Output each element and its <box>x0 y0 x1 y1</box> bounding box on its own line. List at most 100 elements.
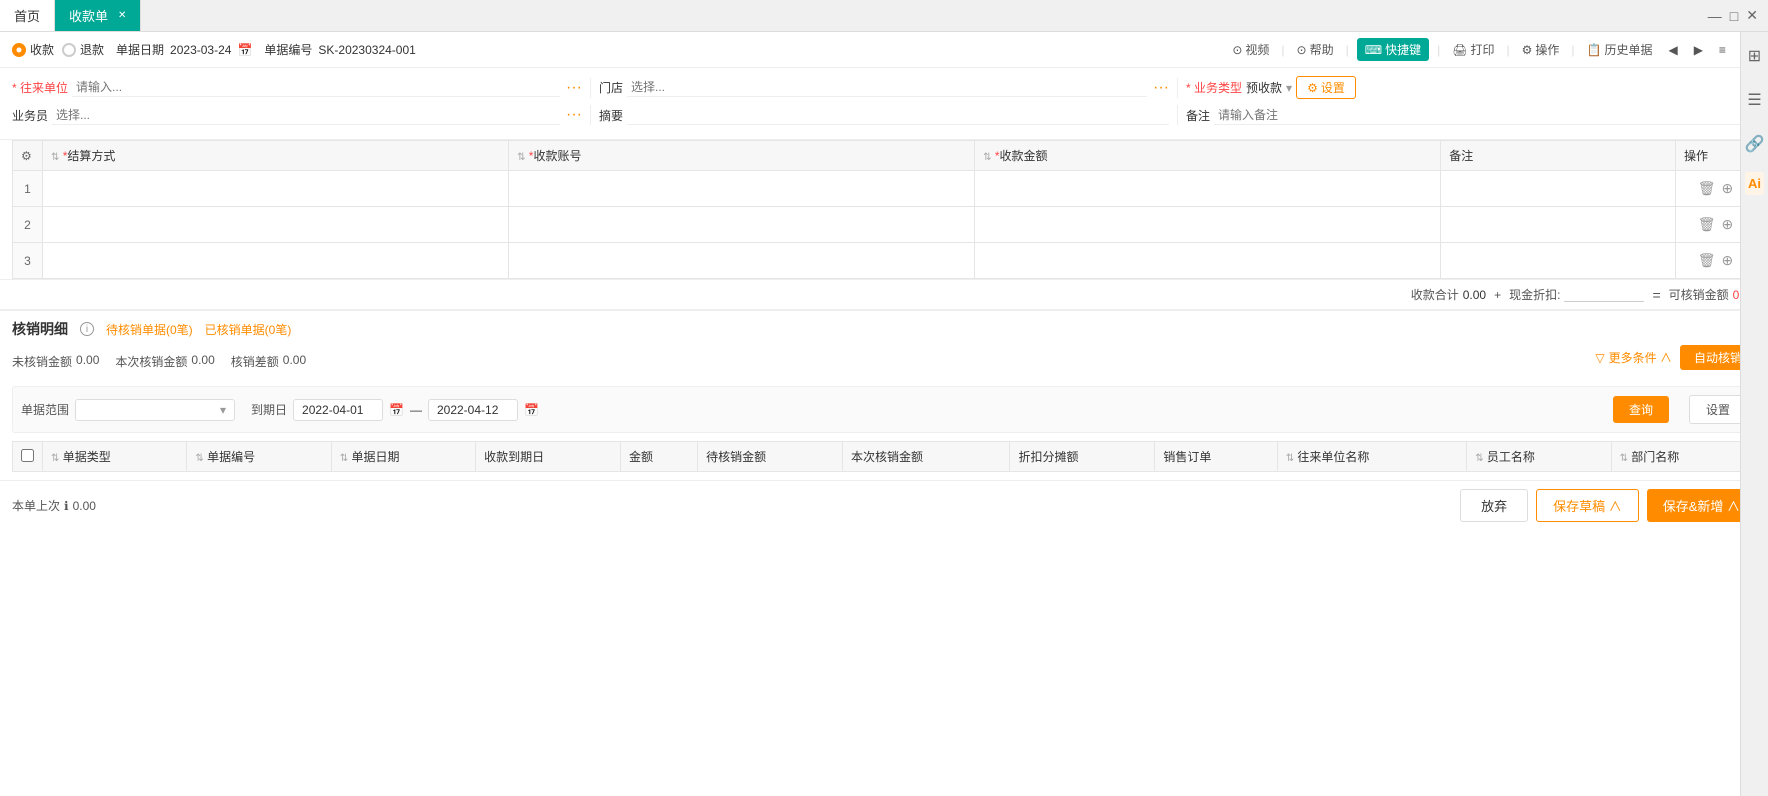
table-gear-icon[interactable]: ⚙ <box>21 149 32 163</box>
setting-button[interactable]: ⚙ 设置 <box>1296 76 1356 99</box>
save-new-label: 保存&新增 ∧ <box>1663 496 1740 515</box>
remark-input[interactable] <box>1214 106 1756 125</box>
receipt-tab-label: 收款单 <box>69 6 108 25</box>
refund-radio[interactable]: 退款 <box>62 41 104 58</box>
row-1-account[interactable] <box>509 171 975 207</box>
total-amount: 收款合计 0.00 <box>1411 286 1486 303</box>
row-2-delete-icon[interactable]: 🗑 <box>1698 216 1716 233</box>
nav-prev-icon[interactable]: ◀ <box>1664 41 1681 59</box>
salesperson-input[interactable] <box>52 106 560 125</box>
more-conditions-label: 更多条件 ∧ <box>1609 349 1672 366</box>
verify-info-icon[interactable]: i <box>80 322 94 336</box>
sidebar-table-icon[interactable]: ⊞ <box>1742 40 1767 72</box>
refund-radio-dot <box>62 43 76 57</box>
save-draft-btn[interactable]: 保存草稿 ∧ <box>1536 489 1639 522</box>
row-2-copy-icon[interactable]: ⊕ <box>1722 216 1734 233</box>
unverified-value: 0.00 <box>76 353 99 370</box>
business-type-value: 预收款 <box>1246 79 1282 96</box>
due-date-from-calendar-icon[interactable]: 📅 <box>389 403 404 417</box>
col-gear: ⚙ <box>13 141 43 171</box>
search-setting-btn[interactable]: 设置 <box>1689 395 1747 424</box>
salesperson-field: 业务员 ··· <box>12 106 582 125</box>
col-staff: ⇅ 员工名称 <box>1467 442 1611 472</box>
discount-input[interactable] <box>1564 287 1644 302</box>
row-3-remark[interactable] <box>1441 243 1676 279</box>
pending-tab[interactable]: 待核销单据(0笔) <box>106 321 193 338</box>
toolbar: 收款 退款 单据日期 2023-03-24 📅 单据编号 SK-20230324… <box>0 32 1768 68</box>
setting-label: 设置 <box>1321 79 1345 96</box>
row-2-settlement[interactable] <box>43 207 509 243</box>
date-range-separator: — <box>410 403 422 417</box>
history-btn[interactable]: 📋 历史单据 <box>1582 39 1656 60</box>
due-date-field: 到期日 📅 — 📅 <box>251 399 539 421</box>
tab-bar: 首页 收款单 ✕ — □ ✕ <box>0 0 1768 32</box>
summary-input[interactable] <box>627 106 1169 125</box>
due-date-to-input[interactable] <box>428 399 518 421</box>
row-2-remark[interactable] <box>1441 207 1676 243</box>
row-2-account[interactable] <box>509 207 975 243</box>
tab-close-icon[interactable]: ✕ <box>118 10 126 21</box>
due-date-label: 到期日 <box>251 401 287 418</box>
filter-actions: ▽ 更多条件 ∧ 自动核销 <box>1595 345 1756 370</box>
verified-tab[interactable]: 已核销单据(0笔) <box>205 321 292 338</box>
main-content: 收款 退款 单据日期 2023-03-24 📅 单据编号 SK-20230324… <box>0 32 1768 796</box>
print-btn[interactable]: 🖨 打印 <box>1448 39 1498 60</box>
col-due-date: 收款到期日 <box>476 442 621 472</box>
discard-btn[interactable]: 放弃 <box>1460 489 1528 522</box>
filter-icon: ▽ <box>1595 351 1604 365</box>
store-input[interactable] <box>627 78 1147 97</box>
sidebar-attachment-icon[interactable]: 🔗 <box>1739 128 1768 160</box>
table-row: 2 🗑 ⊕ <box>13 207 1756 243</box>
counterparty-more-icon[interactable]: ··· <box>566 79 582 97</box>
col-pending: 待核销金额 <box>698 442 843 472</box>
setting-gear-icon: ⚙ <box>1307 81 1318 95</box>
form-row-1: 往来单位 ··· 门店 ··· 业务类型 预收款 ▾ ⚙ 设置 <box>12 76 1756 99</box>
row-3-amount[interactable] <box>975 243 1441 279</box>
divider-1 <box>590 78 591 98</box>
bill-date-calendar-icon[interactable]: 📅 <box>237 43 252 57</box>
tab-receipt[interactable]: 收款单 ✕ <box>55 0 141 31</box>
window-minimize-icon[interactable]: — <box>1708 8 1722 24</box>
row-1-remark[interactable] <box>1441 171 1676 207</box>
row-1-settlement[interactable] <box>43 171 509 207</box>
due-date-from-input[interactable] <box>293 399 383 421</box>
window-restore-icon[interactable]: □ <box>1730 8 1738 24</box>
salesperson-more-icon[interactable]: ··· <box>566 106 582 124</box>
more-conditions-btn[interactable]: ▽ 更多条件 ∧ <box>1595 349 1672 366</box>
video-btn[interactable]: ⊙ 视频 <box>1228 39 1273 60</box>
business-type-select[interactable]: 预收款 ▾ <box>1246 79 1292 96</box>
row-3-account[interactable] <box>509 243 975 279</box>
save-draft-label: 保存草稿 ∧ <box>1553 496 1622 515</box>
col-dept: ⇅ 部门名称 <box>1611 442 1755 472</box>
row-1-copy-icon[interactable]: ⊕ <box>1722 180 1734 197</box>
sidebar-list-icon[interactable]: ☰ <box>1741 84 1767 116</box>
row-1-delete-icon[interactable]: 🗑 <box>1698 180 1716 197</box>
footer-info-icon[interactable]: ℹ <box>64 499 69 513</box>
nav-next-icon[interactable]: ▶ <box>1690 41 1707 59</box>
store-more-icon[interactable]: ··· <box>1153 79 1169 97</box>
range-select[interactable]: ▾ <box>75 399 235 421</box>
counterparty-input[interactable] <box>72 78 560 97</box>
receipt-radio[interactable]: 收款 <box>12 41 54 58</box>
row-3-settlement[interactable] <box>43 243 509 279</box>
list-view-icon[interactable]: ≡ <box>1715 41 1730 59</box>
bottom-table: ⇅ 单据类型 ⇅ 单据编号 ⇅ 单据日期 收款到期日 金额 待核销金额 本次核销… <box>12 441 1756 472</box>
operate-btn[interactable]: ⚙ 操作 <box>1518 39 1564 60</box>
can-verify-label: 可核销金额 <box>1669 286 1729 303</box>
help-btn[interactable]: ⊙ 帮助 <box>1293 39 1338 60</box>
row-3-copy-icon[interactable]: ⊕ <box>1722 252 1734 269</box>
sidebar-ai-icon[interactable]: Ai <box>1745 172 1764 195</box>
total-label: 收款合计 <box>1411 286 1459 303</box>
row-1-amount[interactable] <box>975 171 1441 207</box>
shortcut-btn[interactable]: ⌨ 快捷键 <box>1357 38 1429 61</box>
due-date-to-calendar-icon[interactable]: 📅 <box>524 403 539 417</box>
query-btn[interactable]: 查询 <box>1613 396 1669 423</box>
discount-label: 现金折扣: <box>1509 286 1560 303</box>
tab-home[interactable]: 首页 <box>0 0 55 31</box>
row-2-amount[interactable] <box>975 207 1441 243</box>
row-3-delete-icon[interactable]: 🗑 <box>1698 252 1716 269</box>
select-all-checkbox[interactable] <box>21 449 34 462</box>
footer-info: 本单上次 ℹ 0.00 <box>12 497 96 514</box>
window-close-icon[interactable]: ✕ <box>1746 7 1758 24</box>
col-amount: 金额 <box>620 442 697 472</box>
